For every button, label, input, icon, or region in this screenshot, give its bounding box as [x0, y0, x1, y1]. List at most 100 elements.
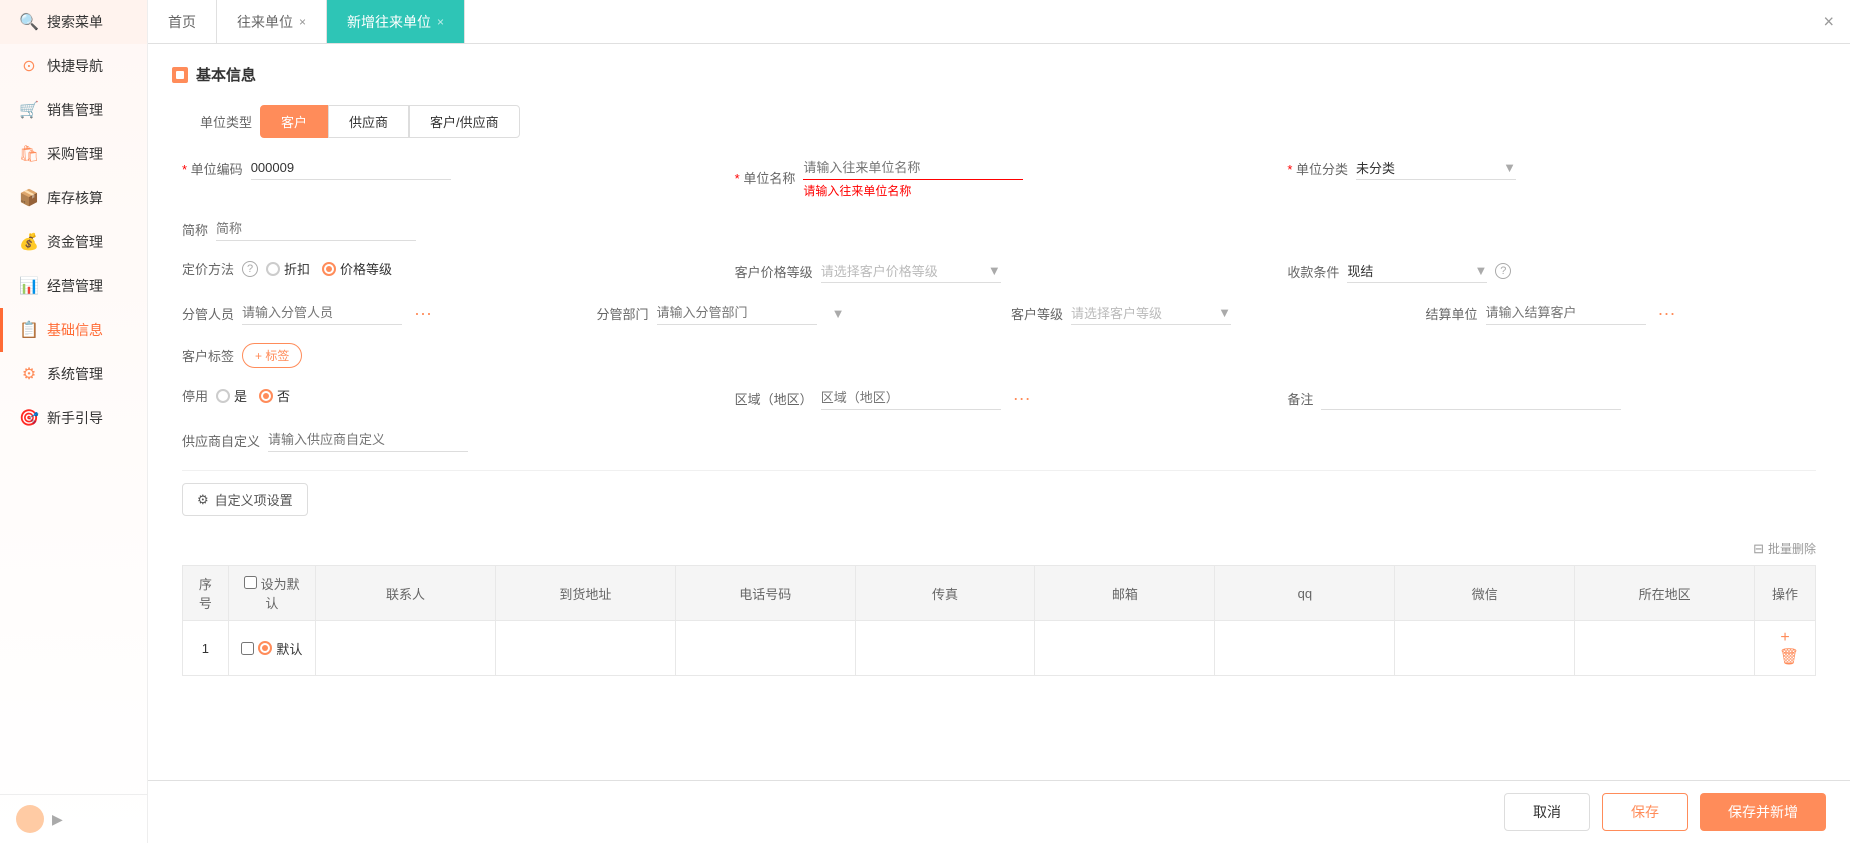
field-customer-level: 客户等级 请选择客户等级 ▼: [1011, 301, 1402, 325]
short-name-input[interactable]: [216, 217, 416, 241]
field-unit-code: 单位编码: [182, 156, 711, 180]
radio-discount[interactable]: 折扣: [266, 259, 310, 278]
save-button[interactable]: 保存: [1602, 793, 1688, 831]
save-new-button[interactable]: 保存并新增: [1700, 793, 1826, 831]
region-input2[interactable]: [1585, 641, 1744, 656]
phone-input[interactable]: [686, 641, 845, 656]
tab-units-close[interactable]: ×: [299, 15, 306, 29]
sidebar-item-guide[interactable]: 🎯 新手引导: [0, 396, 147, 440]
unit-category-select[interactable]: 未分类 ▼: [1356, 156, 1516, 180]
sidebar-item-label: 采购管理: [47, 144, 103, 164]
payment-help-icon[interactable]: ?: [1495, 263, 1511, 279]
sidebar-item-label: 资金管理: [47, 232, 103, 252]
customer-level-chevron: ▼: [1218, 305, 1231, 320]
radio-discount-circle: [266, 262, 280, 276]
field-manager: 分管人员 ···: [182, 301, 573, 325]
field-short-name: 简称: [182, 217, 1816, 241]
row-default-radio[interactable]: 默认: [258, 639, 302, 658]
radio-yes-circle: [216, 389, 230, 403]
content-area: 基本信息 单位类型 客户 供应商 客户/供应商 单位编码 单位名称: [148, 44, 1850, 780]
delete-row-icon[interactable]: 🗑: [1779, 649, 1799, 666]
field-unit-category: 单位分类 未分类 ▼: [1287, 156, 1816, 180]
sidebar-item-purchase[interactable]: 🛍 采购管理: [0, 132, 147, 176]
wechat-input[interactable]: [1405, 641, 1564, 656]
remark-input[interactable]: [1321, 386, 1621, 410]
tab-new-unit-close[interactable]: ×: [437, 15, 444, 29]
sidebar-item-search[interactable]: 🔍 搜索菜单: [0, 0, 147, 44]
sidebar-item-system[interactable]: ⚙ 系统管理: [0, 352, 147, 396]
cancel-button[interactable]: 取消: [1504, 793, 1590, 831]
select-all-checkbox[interactable]: [244, 576, 257, 589]
region-more-btn[interactable]: ···: [1009, 388, 1035, 409]
btn-customer[interactable]: 客户: [260, 105, 328, 138]
window-close-icon[interactable]: ×: [1823, 11, 1834, 32]
manager-more-btn[interactable]: ···: [410, 303, 436, 324]
settlement-more-btn[interactable]: ···: [1654, 303, 1680, 324]
payment-select[interactable]: 现结 ▼: [1347, 259, 1487, 283]
add-tag-button[interactable]: + 标签: [242, 343, 302, 368]
contact-input[interactable]: [326, 641, 485, 656]
disabled-label: 停用: [182, 386, 208, 405]
field-customer-price: 客户价格等级 请选择客户价格等级 ▼: [735, 259, 1264, 283]
tab-units[interactable]: 往来单位 ×: [217, 0, 327, 43]
region-input[interactable]: [821, 386, 1001, 410]
payment-value: 现结: [1347, 261, 1373, 280]
customer-level-select[interactable]: 请选择客户等级 ▼: [1071, 301, 1231, 325]
finance-icon: 💰: [19, 232, 39, 252]
manager-input[interactable]: [242, 301, 402, 325]
email-input[interactable]: [1045, 641, 1204, 656]
fax-input[interactable]: [866, 641, 1025, 656]
btn-both[interactable]: 客户/供应商: [409, 105, 520, 138]
user-avatar[interactable]: [16, 805, 44, 833]
row-checkbox[interactable]: [241, 642, 254, 655]
tab-new-unit-label: 新增往来单位: [347, 12, 431, 32]
tab-home[interactable]: 首页: [148, 0, 217, 43]
qq-input[interactable]: [1225, 641, 1384, 656]
pricing-help-icon[interactable]: ?: [242, 261, 258, 277]
contact-table: 序号 设为默认 联系人 到货地址 电话号码 传真 邮箱 qq 微信 所在地区: [182, 565, 1816, 676]
btn-supplier[interactable]: 供应商: [328, 105, 409, 138]
guide-icon: 🎯: [19, 408, 39, 428]
col-qq: qq: [1215, 566, 1395, 621]
unit-code-input[interactable]: [251, 156, 451, 180]
sidebar-item-label: 销售管理: [47, 100, 103, 120]
sidebar-item-basic[interactable]: 📋 基础信息: [0, 308, 147, 352]
radio-no-label: 否: [277, 386, 290, 405]
supplier-custom-input[interactable]: [268, 428, 468, 452]
cell-phone: [675, 621, 855, 676]
section-icon: [172, 67, 188, 83]
batch-icon: ⊟: [1753, 541, 1764, 557]
sidebar-item-label: 快捷导航: [47, 56, 103, 76]
sidebar-item-ops[interactable]: 📊 经营管理: [0, 264, 147, 308]
radio-price-level-circle: [322, 262, 336, 276]
col-action: 操作: [1755, 566, 1816, 621]
sales-icon: 🛒: [19, 100, 39, 120]
address-input[interactable]: [506, 641, 665, 656]
field-remark: 备注: [1287, 386, 1816, 410]
ops-icon: 📊: [19, 276, 39, 296]
sidebar-item-sales[interactable]: 🛒 销售管理: [0, 88, 147, 132]
batch-delete-label[interactable]: 批量删除: [1768, 540, 1816, 557]
row-shortname: 简称: [182, 217, 1816, 241]
radio-no-circle: [259, 389, 273, 403]
department-input[interactable]: [657, 301, 817, 325]
payment-label: 收款条件: [1287, 262, 1339, 281]
tab-new-unit[interactable]: 新增往来单位 ×: [327, 0, 465, 43]
sidebar-item-quicknav[interactable]: ⊙ 快捷导航: [0, 44, 147, 88]
field-supplier-custom: 供应商自定义: [182, 428, 1816, 452]
settlement-input[interactable]: [1486, 301, 1646, 325]
add-row-icon[interactable]: +: [1780, 629, 1789, 646]
sidebar-item-finance[interactable]: 💰 资金管理: [0, 220, 147, 264]
radio-yes[interactable]: 是: [216, 386, 247, 405]
custom-settings-button[interactable]: ⚙ 自定义项设置: [182, 483, 308, 516]
chevron-icon2: ▼: [1474, 263, 1487, 278]
row-supplier-custom: 供应商自定义: [182, 428, 1816, 452]
radio-price-level[interactable]: 价格等级: [322, 259, 392, 278]
dept-chevron-icon: ▼: [832, 306, 845, 321]
customer-price-select[interactable]: 请选择客户价格等级 ▼: [821, 259, 1001, 283]
radio-no[interactable]: 否: [259, 386, 290, 405]
unit-name-input[interactable]: [803, 156, 1023, 180]
department-select-trigger[interactable]: ▼: [825, 304, 845, 323]
sidebar-item-inventory[interactable]: 📦 库存核算: [0, 176, 147, 220]
sidebar-expand-icon[interactable]: ▶: [52, 811, 63, 828]
